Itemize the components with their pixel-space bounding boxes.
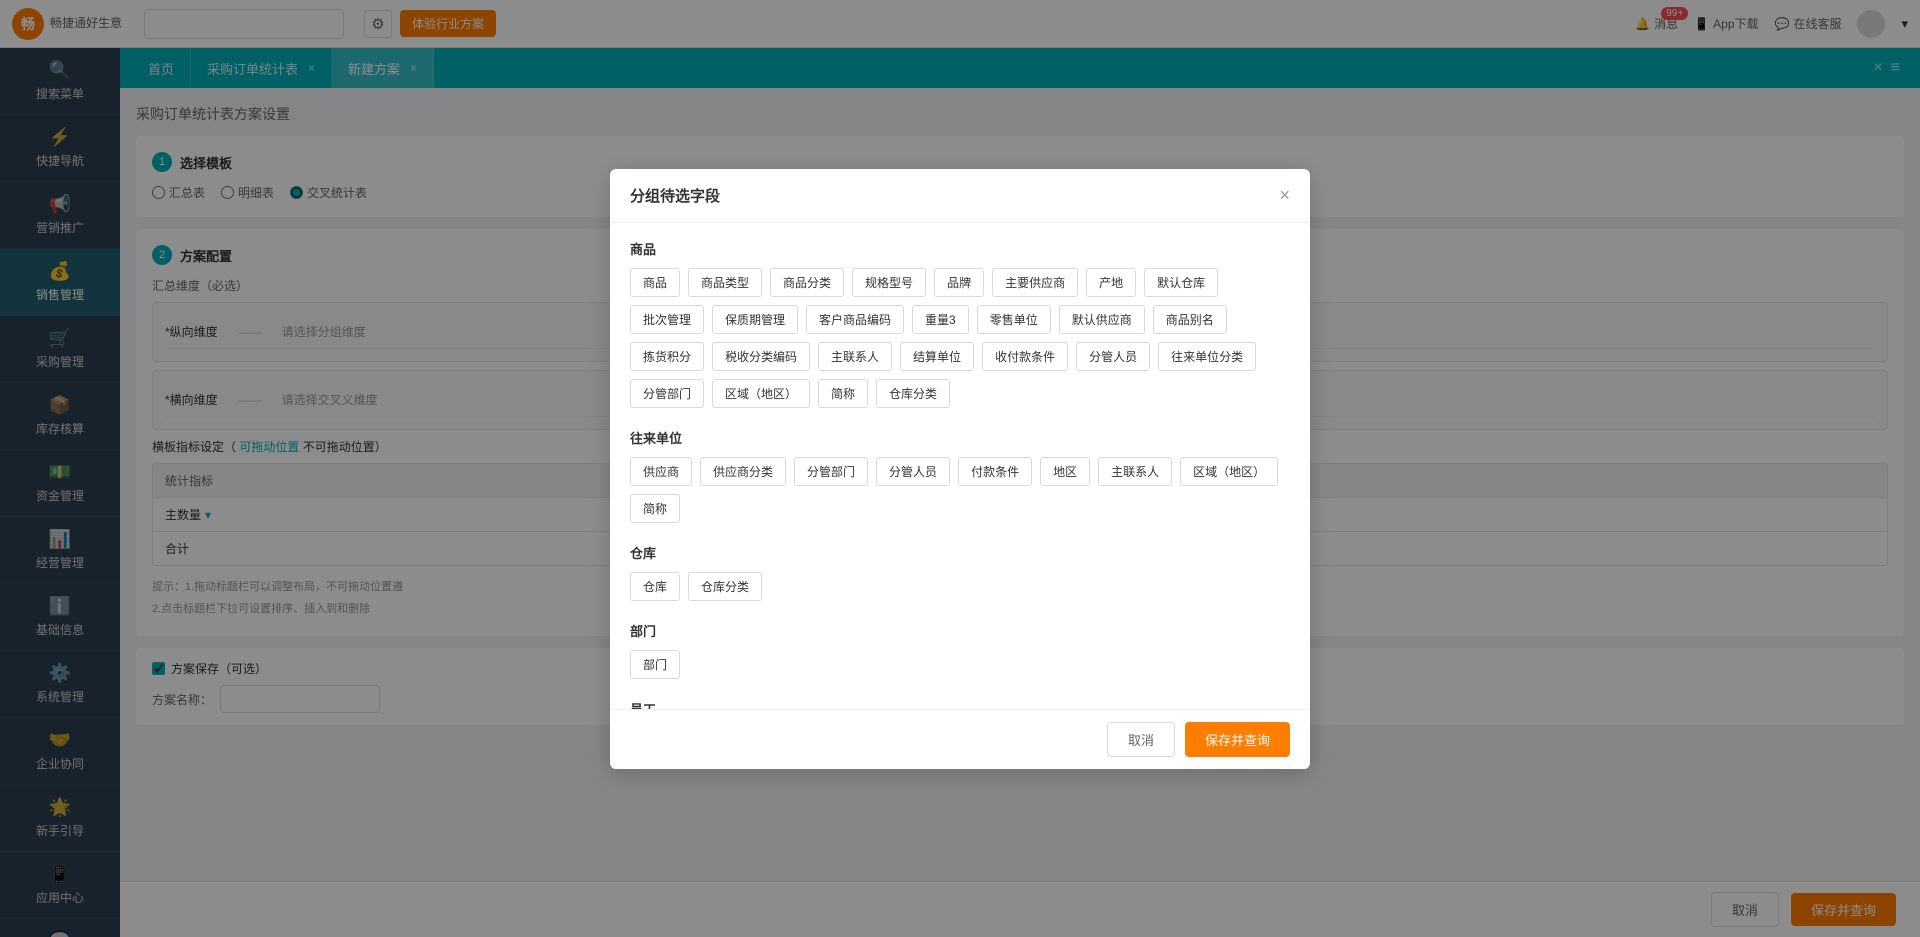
field-tag-1-4[interactable]: 付款条件 [958, 457, 1032, 486]
modal-save-button[interactable]: 保存并查询 [1185, 722, 1290, 757]
field-tag-1-2[interactable]: 分管部门 [794, 457, 868, 486]
field-tag-0-7[interactable]: 默认仓库 [1144, 268, 1218, 297]
modal-section-title-4: 员工 [630, 699, 1290, 709]
modal-header: 分组待选字段 × [610, 169, 1310, 223]
modal-section-0: 商品商品商品类型商品分类规格型号品牌主要供应商产地默认仓库批次管理保质期管理客户… [630, 239, 1290, 408]
modal-close-button[interactable]: × [1279, 185, 1290, 206]
field-tag-0-21[interactable]: 往来单位分类 [1158, 342, 1256, 371]
field-tag-0-2[interactable]: 商品分类 [770, 268, 844, 297]
modal-cancel-button[interactable]: 取消 [1107, 722, 1175, 757]
field-tag-0-14[interactable]: 商品别名 [1153, 305, 1227, 334]
field-tag-1-3[interactable]: 分管人员 [876, 457, 950, 486]
field-tag-0-18[interactable]: 结算单位 [900, 342, 974, 371]
field-tag-1-0[interactable]: 供应商 [630, 457, 692, 486]
field-tag-0-11[interactable]: 重量3 [912, 305, 969, 334]
field-tag-0-16[interactable]: 税收分类编码 [712, 342, 810, 371]
field-tag-1-1[interactable]: 供应商分类 [700, 457, 786, 486]
modal-body: 商品商品商品类型商品分类规格型号品牌主要供应商产地默认仓库批次管理保质期管理客户… [610, 223, 1310, 709]
field-tag-3-0[interactable]: 部门 [630, 650, 680, 679]
field-tag-0-17[interactable]: 主联系人 [818, 342, 892, 371]
field-tag-0-15[interactable]: 拣货积分 [630, 342, 704, 371]
field-tag-0-25[interactable]: 仓库分类 [876, 379, 950, 408]
modal-section-title-3: 部门 [630, 621, 1290, 640]
modal-section-tags-0: 商品商品类型商品分类规格型号品牌主要供应商产地默认仓库批次管理保质期管理客户商品… [630, 268, 1290, 408]
field-tag-0-5[interactable]: 主要供应商 [992, 268, 1078, 297]
modal-overlay: 分组待选字段 × 商品商品商品类型商品分类规格型号品牌主要供应商产地默认仓库批次… [0, 0, 1920, 937]
field-tag-0-20[interactable]: 分管人员 [1076, 342, 1150, 371]
field-tag-0-6[interactable]: 产地 [1086, 268, 1136, 297]
field-tag-2-1[interactable]: 仓库分类 [688, 572, 762, 601]
field-tag-0-22[interactable]: 分管部门 [630, 379, 704, 408]
modal-section-4: 员工业务员 [630, 699, 1290, 709]
modal-section-title-2: 仓库 [630, 543, 1290, 562]
modal-section-tags-1: 供应商供应商分类分管部门分管人员付款条件地区主联系人区域（地区） 简称 [630, 457, 1290, 523]
modal-section-3: 部门部门 [630, 621, 1290, 679]
modal-section-2: 仓库仓库仓库分类 [630, 543, 1290, 601]
field-tag-0-19[interactable]: 收付款条件 [982, 342, 1068, 371]
field-tag-0-0[interactable]: 商品 [630, 268, 680, 297]
field-tag-0-12[interactable]: 零售单位 [977, 305, 1051, 334]
field-tag-1-6[interactable]: 主联系人 [1098, 457, 1172, 486]
field-tag-0-4[interactable]: 品牌 [934, 268, 984, 297]
field-tag-0-24[interactable]: 简称 [818, 379, 868, 408]
field-tag-0-13[interactable]: 默认供应商 [1059, 305, 1145, 334]
field-tag-0-8[interactable]: 批次管理 [630, 305, 704, 334]
field-tag-0-1[interactable]: 商品类型 [688, 268, 762, 297]
modal-section-title-1: 往来单位 [630, 428, 1290, 447]
field-tag-0-10[interactable]: 客户商品编码 [806, 305, 904, 334]
modal-footer: 取消保存并查询 [610, 709, 1310, 769]
modal-dialog: 分组待选字段 × 商品商品商品类型商品分类规格型号品牌主要供应商产地默认仓库批次… [610, 169, 1310, 769]
modal-section-title-0: 商品 [630, 239, 1290, 258]
field-tag-0-23[interactable]: 区域（地区） [712, 379, 810, 408]
modal-section-tags-2: 仓库仓库分类 [630, 572, 1290, 601]
field-tag-1-5[interactable]: 地区 [1040, 457, 1090, 486]
field-tag-1-8[interactable]: 简称 [630, 494, 680, 523]
field-tag-0-3[interactable]: 规格型号 [852, 268, 926, 297]
field-tag-2-0[interactable]: 仓库 [630, 572, 680, 601]
field-tag-1-7[interactable]: 区域（地区） [1180, 457, 1278, 486]
modal-section-tags-3: 部门 [630, 650, 1290, 679]
modal-section-1: 往来单位供应商供应商分类分管部门分管人员付款条件地区主联系人区域（地区） 简称 [630, 428, 1290, 523]
field-tag-0-9[interactable]: 保质期管理 [712, 305, 798, 334]
modal-title: 分组待选字段 [630, 185, 720, 206]
